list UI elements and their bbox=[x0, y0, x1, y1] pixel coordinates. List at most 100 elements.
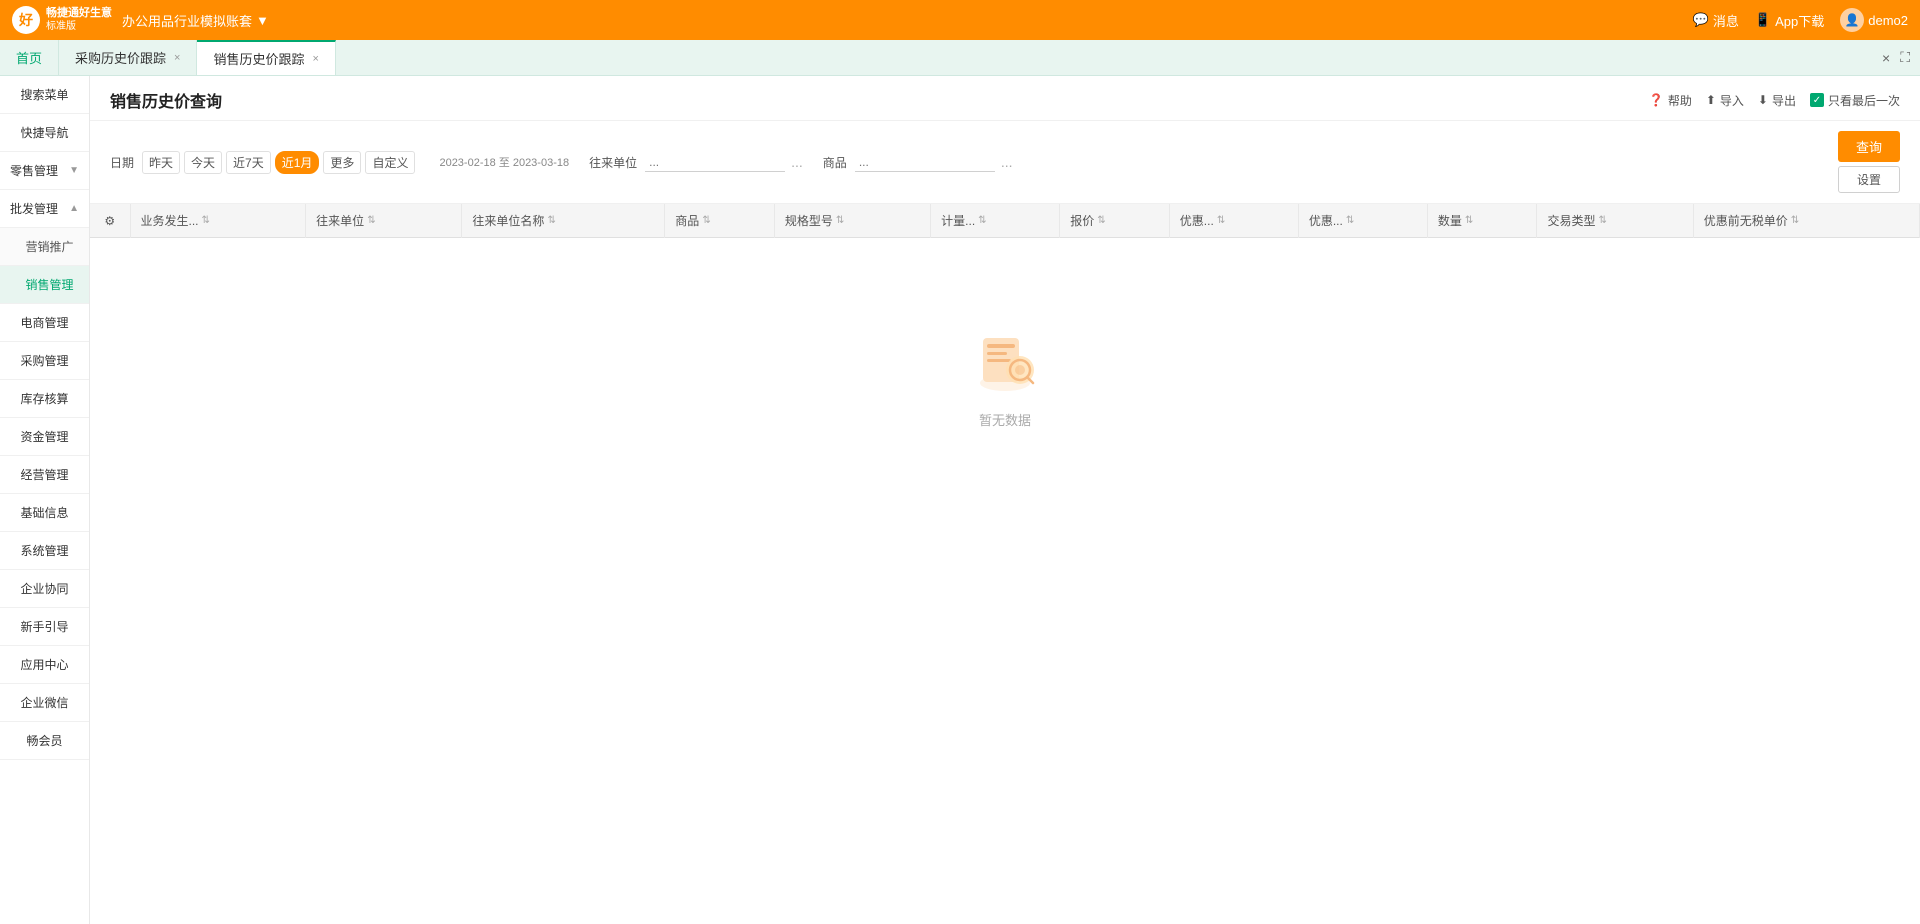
trade-partner-input[interactable] bbox=[645, 153, 785, 172]
import-button[interactable]: ⬆ 导入 bbox=[1706, 92, 1744, 109]
sidebar-item-basic-info[interactable]: 基础信息 bbox=[0, 494, 89, 532]
sidebar-item-quick-nav[interactable]: 快捷导航 bbox=[0, 114, 89, 152]
sidebar-item-enterprise-collab[interactable]: 企业协同 bbox=[0, 570, 89, 608]
th-trade-partner-name-label: 往来单位名称 bbox=[472, 212, 544, 229]
sidebar-item-operation-mgmt[interactable]: 经营管理 bbox=[0, 456, 89, 494]
settings-button[interactable]: 设置 bbox=[1838, 166, 1900, 193]
fullscreen-icon[interactable]: ⛶ bbox=[1900, 49, 1910, 66]
th-discount1-label: 优惠... bbox=[1180, 212, 1214, 229]
goods-input[interactable] bbox=[855, 153, 995, 172]
th-trade-partner-code[interactable]: 往来单位 ⇅ bbox=[306, 204, 462, 238]
sidebar-item-finance-mgmt[interactable]: 资金管理 bbox=[0, 418, 89, 456]
sort-icon-unit: ⇅ bbox=[978, 215, 986, 226]
sort-icon-business-date: ⇅ bbox=[202, 215, 210, 226]
sidebar-item-retail-mgmt[interactable]: 零售管理 ▼ bbox=[0, 152, 89, 190]
main-layout: 搜索菜单 快捷导航 零售管理 ▼ 批发管理 ▲ 营销推广 销售管理 电商管理 采… bbox=[0, 76, 1920, 924]
tab-purchase-history-label: 采购历史价跟踪 bbox=[75, 48, 166, 67]
tab-home[interactable]: 首页 bbox=[0, 40, 59, 75]
user-avatar-area[interactable]: 👤 demo2 bbox=[1840, 8, 1908, 32]
th-discount2[interactable]: 优惠... ⇅ bbox=[1298, 204, 1427, 238]
tab-home-label: 首页 bbox=[16, 48, 42, 67]
top-header: 好 畅捷通好生意 标准版 办公用品行业模拟账套 ▼ 💬 消息 📱 App下载 👤… bbox=[0, 0, 1920, 40]
sidebar-item-inventory-calc[interactable]: 库存核算 bbox=[0, 380, 89, 418]
date-btn-today[interactable]: 今天 bbox=[184, 151, 222, 174]
account-label: 办公用品行业模拟账套 bbox=[122, 11, 252, 30]
app-download-button[interactable]: 📱 App下载 bbox=[1755, 11, 1824, 30]
empty-text: 暂无数据 bbox=[979, 410, 1031, 429]
date-btn-yesterday[interactable]: 昨天 bbox=[142, 151, 180, 174]
message-icon: 💬 bbox=[1693, 12, 1709, 28]
date-btn-custom[interactable]: 自定义 bbox=[365, 151, 415, 174]
sidebar-item-search-menu[interactable]: 搜索菜单 bbox=[0, 76, 89, 114]
th-quote[interactable]: 报价 ⇅ bbox=[1060, 204, 1170, 238]
sidebar-item-marketing[interactable]: 营销推广 bbox=[0, 228, 89, 266]
filter-bar: 日期 昨天 今天 近7天 近1月 更多 自定义 2023-02-18 至 202… bbox=[90, 121, 1920, 204]
sidebar-item-enterprise-wechat[interactable]: 企业微信 bbox=[0, 684, 89, 722]
app-download-label: App下载 bbox=[1775, 11, 1824, 30]
empty-icon bbox=[965, 318, 1045, 398]
th-pretax-price[interactable]: 优惠前无税单价 ⇅ bbox=[1693, 204, 1919, 238]
tab-bar-right: × ⛶ bbox=[1872, 40, 1920, 75]
sort-icon-trade-partner-name: ⇅ bbox=[547, 215, 555, 226]
sort-icon-spec: ⇅ bbox=[836, 215, 844, 226]
date-range-buttons: 昨天 今天 近7天 近1月 更多 自定义 bbox=[142, 151, 415, 174]
date-btn-7days[interactable]: 近7天 bbox=[226, 151, 271, 174]
sidebar-item-new-guide[interactable]: 新手引导 bbox=[0, 608, 89, 646]
tab-sales-history-label: 销售历史价跟踪 bbox=[213, 49, 304, 68]
sidebar-item-wholesale-mgmt[interactable]: 批发管理 ▲ bbox=[0, 190, 89, 228]
logo-icon: 好 bbox=[12, 6, 40, 34]
goods-dots-button[interactable]: ... bbox=[1001, 154, 1013, 170]
close-all-tabs-icon[interactable]: × bbox=[1882, 50, 1890, 66]
wholesale-mgmt-label: 批发管理 bbox=[10, 200, 58, 217]
th-business-date[interactable]: 业务发生... ⇅ bbox=[130, 204, 306, 238]
page-title: 销售历史价查询 bbox=[110, 88, 222, 112]
sidebar-item-purchase-mgmt[interactable]: 采购管理 bbox=[0, 342, 89, 380]
date-filter-group: 日期 昨天 今天 近7天 近1月 更多 自定义 bbox=[110, 151, 415, 174]
tab-sales-history[interactable]: 销售历史价跟踪 × bbox=[197, 40, 335, 75]
tab-sales-history-close[interactable]: × bbox=[312, 53, 318, 65]
account-dropdown[interactable]: 办公用品行业模拟账套 ▼ bbox=[122, 11, 269, 30]
th-quantity-label: 数量 bbox=[1438, 212, 1462, 229]
content-area: 销售历史价查询 ❓ 帮助 ⬆ 导入 ⬇ 导出 ✓ 只看最后一次 bbox=[90, 76, 1920, 924]
table-settings-icon[interactable]: ⚙ bbox=[104, 214, 115, 228]
th-trade-partner-name[interactable]: 往来单位名称 ⇅ bbox=[462, 204, 665, 238]
th-trade-type[interactable]: 交易类型 ⇅ bbox=[1537, 204, 1693, 238]
date-filter-label: 日期 bbox=[110, 154, 134, 171]
th-goods-label: 商品 bbox=[675, 212, 699, 229]
sort-icon-discount2: ⇅ bbox=[1346, 215, 1354, 226]
export-button[interactable]: ⬇ 导出 bbox=[1758, 92, 1796, 109]
import-icon: ⬆ bbox=[1706, 93, 1716, 107]
tab-purchase-history-close[interactable]: × bbox=[174, 52, 180, 64]
th-unit[interactable]: 计量... ⇅ bbox=[931, 204, 1060, 238]
help-icon: ❓ bbox=[1649, 93, 1664, 107]
th-goods[interactable]: 商品 ⇅ bbox=[665, 204, 775, 238]
th-quantity[interactable]: 数量 ⇅ bbox=[1427, 204, 1537, 238]
sidebar-item-ecommerce-mgmt[interactable]: 电商管理 bbox=[0, 304, 89, 342]
sidebar-item-sales-mgmt[interactable]: 销售管理 bbox=[0, 266, 89, 304]
sidebar-item-app-center[interactable]: 应用中心 bbox=[0, 646, 89, 684]
trade-partner-input-group: ... bbox=[645, 153, 803, 172]
goods-filter-group: 商品 ... bbox=[823, 153, 1013, 172]
sidebar-item-member[interactable]: 畅会员 bbox=[0, 722, 89, 760]
basic-info-label: 基础信息 bbox=[20, 504, 68, 521]
message-button[interactable]: 💬 消息 bbox=[1693, 11, 1739, 30]
system-mgmt-label: 系统管理 bbox=[20, 542, 68, 559]
marketing-label: 营销推广 bbox=[25, 238, 73, 255]
inventory-calc-label: 库存核算 bbox=[20, 390, 68, 407]
th-discount1[interactable]: 优惠... ⇅ bbox=[1169, 204, 1298, 238]
tab-purchase-history[interactable]: 采购历史价跟踪 × bbox=[59, 40, 197, 75]
quick-nav-label: 快捷导航 bbox=[20, 124, 68, 141]
query-button[interactable]: 查询 bbox=[1838, 131, 1900, 162]
date-btn-more[interactable]: 更多 bbox=[323, 151, 361, 174]
date-btn-1month[interactable]: 近1月 bbox=[275, 151, 320, 174]
th-trade-type-label: 交易类型 bbox=[1547, 212, 1595, 229]
app-icon: 📱 bbox=[1755, 12, 1771, 28]
th-spec[interactable]: 规格型号 ⇅ bbox=[774, 204, 930, 238]
help-button[interactable]: ❓ 帮助 bbox=[1649, 92, 1692, 109]
only-last-checkbox[interactable]: ✓ 只看最后一次 bbox=[1810, 92, 1900, 109]
trade-partner-dots-button[interactable]: ... bbox=[791, 154, 803, 170]
sidebar-item-system-mgmt[interactable]: 系统管理 bbox=[0, 532, 89, 570]
th-settings[interactable]: ⚙ bbox=[90, 204, 130, 238]
goods-input-group: ... bbox=[855, 153, 1013, 172]
enterprise-wechat-label: 企业微信 bbox=[20, 694, 68, 711]
